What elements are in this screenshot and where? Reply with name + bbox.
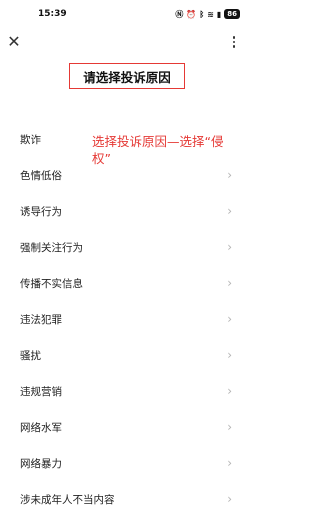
status-icons: Ⓝ ⏰ ᛒ ≋ ▮ 86 [175, 9, 240, 20]
reason-item-paid-posters[interactable]: 网络水军 › [0, 409, 250, 445]
bluetooth-icon: ᛒ [199, 9, 205, 19]
chevron-right-icon: › [227, 420, 232, 434]
reason-item-inducement[interactable]: 诱导行为 › [0, 193, 250, 229]
chevron-right-icon: › [227, 240, 232, 254]
battery-icon: 86 [224, 9, 240, 19]
chevron-right-icon: › [227, 168, 232, 182]
reason-label: 违法犯罪 [20, 313, 62, 326]
status-time: 15:39 [38, 9, 67, 19]
reason-label: 网络水军 [20, 421, 62, 434]
reason-label: 违规营销 [20, 385, 62, 398]
reason-item-harassment[interactable]: 骚扰 › [0, 337, 250, 373]
reason-label: 传播不实信息 [20, 277, 83, 290]
reason-label: 诱导行为 [20, 205, 62, 218]
reason-label: 骚扰 [20, 349, 41, 362]
annotation-text: 选择投诉原因—选择“侵权” [92, 134, 224, 166]
page-title: 请选择投诉原因 [69, 63, 185, 89]
reason-item-misinformation[interactable]: 传播不实信息 › [0, 265, 250, 301]
reason-label: 强制关注行为 [20, 241, 83, 254]
reason-item-illegal-marketing[interactable]: 违规营销 › [0, 373, 250, 409]
reason-item-illegal[interactable]: 违法犯罪 › [0, 301, 250, 337]
reason-label: 网络暴力 [20, 457, 62, 470]
chevron-right-icon: › [227, 204, 232, 218]
reason-label: 涉未成年人不当内容 [20, 493, 115, 506]
close-icon[interactable]: ✕ [6, 34, 22, 50]
alarm-icon: ⏰ [186, 9, 197, 19]
reason-list: 欺诈 色情低俗 › 诱导行为 › 强制关注行为 › 传播不实信息 › 违法犯罪 … [0, 121, 250, 517]
chevron-right-icon: › [227, 492, 232, 506]
top-bar: ✕ [0, 28, 250, 58]
nfc-icon: Ⓝ [175, 9, 184, 19]
reason-item-minors-content[interactable]: 涉未成年人不当内容 › [0, 481, 250, 517]
chevron-right-icon: › [227, 276, 232, 290]
reason-item-cyberbullying[interactable]: 网络暴力 › [0, 445, 250, 481]
signal-icon: ▮ [216, 9, 222, 19]
status-bar: 15:39 Ⓝ ⏰ ᛒ ≋ ▮ 86 [0, 0, 250, 28]
chevron-right-icon: › [227, 312, 232, 326]
chevron-right-icon: › [227, 456, 232, 470]
reason-item-forced-follow[interactable]: 强制关注行为 › [0, 229, 250, 265]
reason-label: 色情低俗 [20, 169, 62, 182]
wifi-icon: ≋ [207, 9, 214, 19]
chevron-right-icon: › [227, 348, 232, 362]
reason-label: 欺诈 [20, 133, 41, 146]
more-options-icon[interactable] [228, 32, 240, 52]
chevron-right-icon: › [227, 384, 232, 398]
